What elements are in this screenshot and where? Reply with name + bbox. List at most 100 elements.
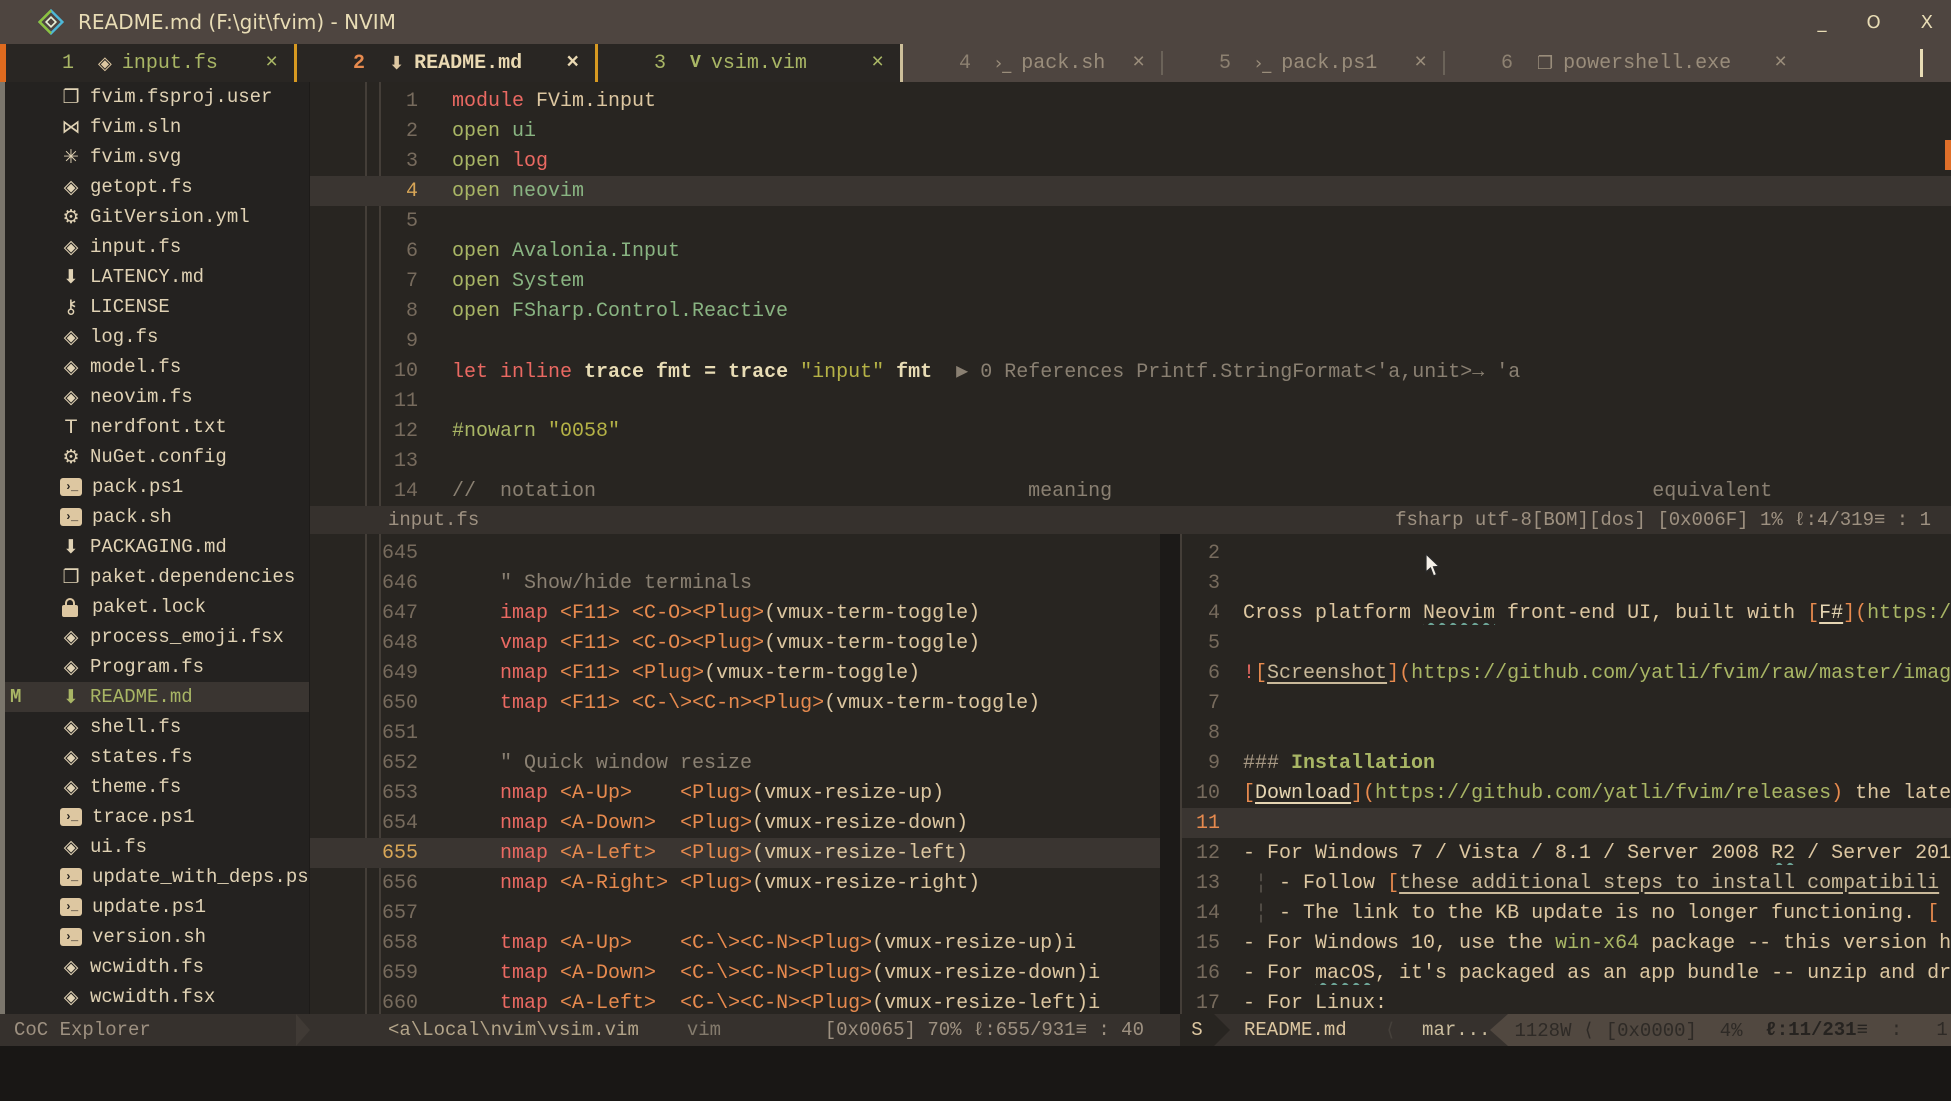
code-line: 645 (310, 538, 1160, 568)
fs-icon: ◈ (63, 746, 79, 768)
line-number: 1 (405, 89, 418, 113)
close-icon[interactable]: × (1132, 52, 1145, 75)
code-line: 5 (310, 206, 1951, 236)
maximize-button[interactable]: O (1866, 12, 1880, 33)
line-number: 11 (393, 389, 418, 413)
file-fvim.fsproj.user[interactable]: ❐ fvim.fsproj.user (0, 82, 310, 112)
file-update.ps1[interactable]: ›_ update.ps1 (0, 892, 310, 922)
line-text: nmap <A-Left> <Plug>(vmux-resize-left) (500, 841, 969, 865)
statusline-coc-explorer: CoC Explorer (0, 1014, 310, 1046)
file-nerdfont.txt[interactable]: Tnerdfont.txt (0, 412, 310, 442)
file-neovim.fs[interactable]: ◈ neovim.fs (0, 382, 310, 412)
term-icon: ›_ (60, 808, 82, 826)
file-states.fs[interactable]: ◈ states.fs (0, 742, 310, 772)
file-PACKAGING.md[interactable]: ⬇ PACKAGING.md (0, 532, 310, 562)
line-text: open log (452, 149, 549, 173)
minimize-button[interactable]: _ (1817, 12, 1826, 33)
line-text: tmap <A-Up> <C-\><C-N><Plug>(vmux-resize… (500, 931, 1077, 955)
file-fvim.svg[interactable]: ✳ fvim.svg (0, 142, 310, 172)
close-button[interactable]: X (1921, 12, 1933, 33)
file-label: states.fs (90, 746, 193, 768)
editor-pane-readme-md[interactable]: 2 3 4 Cross platform Neovim front-end UI, b… (1180, 534, 1951, 1014)
file-label: version.sh (92, 926, 207, 948)
file-explorer[interactable]: ❐ fvim.fsproj.user ⋈ fvim.sln ✳ fvim.svg ◈ geto… (0, 82, 310, 1014)
code-line: 2 open ui (310, 116, 1951, 146)
file-getopt.fs[interactable]: ◈ getopt.fs (0, 172, 310, 202)
cmdline-area[interactable] (0, 1046, 1951, 1101)
line-number: 5 (405, 209, 418, 233)
file-wcwidth.fs[interactable]: ◈ wcwidth.fs (0, 952, 310, 982)
code-line: 6 open Avalonia.Input (310, 236, 1951, 266)
file-wcwidth.fsx[interactable]: ◈ wcwidth.fsx (0, 982, 310, 1012)
file-fvim.sln[interactable]: ⋈ fvim.sln (0, 112, 310, 142)
file-label: getopt.fs (90, 176, 193, 198)
tab-input.fs[interactable]: 1 ◈ input.fs × (6, 44, 294, 82)
file-pack.sh[interactable]: ›_ pack.sh (0, 502, 310, 532)
tab-number: 4 (959, 51, 972, 75)
file-label: wcwidth.fs (90, 956, 205, 978)
file-label: NuGet.config (90, 446, 227, 468)
statusline-filetype: vim (686, 1019, 722, 1041)
file-log.fs[interactable]: ◈ log.fs (0, 322, 310, 352)
file-pack.ps1[interactable]: ›_ pack.ps1 (0, 472, 310, 502)
file-ui.fs[interactable]: ◈ ui.fs (0, 832, 310, 862)
file-LICENSE[interactable]: ⚷ LICENSE (0, 292, 310, 322)
titlebar[interactable]: README.md (F:\git\fvim) - NVIM _ O X (0, 0, 1951, 44)
file-Program.fs[interactable]: ◈ Program.fs (0, 652, 310, 682)
scrollbar-thumb[interactable] (1945, 140, 1951, 170)
file-paket.dependencies[interactable]: ❐ paket.dependencies (0, 562, 310, 592)
term-icon: ›_ (1255, 52, 1272, 74)
file-version.sh[interactable]: ›_ version.sh (0, 922, 310, 952)
code-area-readme-md: 2 3 4 Cross platform Neovim front-end UI, b… (1182, 534, 1951, 1014)
tab-pack.sh[interactable]: 4 ›_ pack.sh × (903, 44, 1161, 82)
file-label: neovim.fs (90, 386, 193, 408)
file-label: trace.ps1 (92, 806, 195, 828)
close-icon[interactable]: × (1414, 52, 1427, 75)
line-number: 13 (1195, 871, 1220, 895)
file-input.fs[interactable]: ◈ input.fs (0, 232, 310, 262)
file-paket.lock[interactable]: paket.lock (0, 592, 310, 622)
line-number: 10 (393, 359, 418, 383)
file-update_with_deps.ps1[interactable]: ›_ update_with_deps.ps1 (0, 862, 310, 892)
tab-number: 2 (353, 51, 366, 75)
line-number: 5 (1207, 631, 1220, 655)
statusline-position-segment: 1128W ⟨ [0x0000] 4% ℓ:11/231≡ : 1 (1508, 1014, 1951, 1046)
line-number: 659 (381, 961, 418, 985)
file-shell.fs[interactable]: ◈ shell.fs (0, 712, 310, 742)
statusline-position: [0x0065] 70% ℓ:655/931≡ : 40 (824, 1019, 1144, 1041)
file-model.fs[interactable]: ◈ model.fs (0, 352, 310, 382)
md-icon: ⬇ (63, 536, 79, 558)
close-icon[interactable]: × (871, 52, 884, 75)
file-README.md[interactable]: M ⬇ README.md (0, 682, 310, 712)
code-line: 647 imap <F11> <C-O><Plug>(vmux-term-tog… (310, 598, 1160, 628)
pane-separator[interactable] (1160, 534, 1180, 1014)
tab-README.md[interactable]: 2 ⬇ README.md × (297, 44, 595, 82)
editor-pane-vsim-vim[interactable]: 645 646 " Show/hide terminals 647 imap <F1… (310, 534, 1160, 1014)
tab-pack.ps1[interactable]: 5 ›_ pack.ps1 × (1163, 44, 1443, 82)
line-text: open Avalonia.Input (452, 239, 681, 263)
file-trace.ps1[interactable]: ›_ trace.ps1 (0, 802, 310, 832)
file-LATENCY.md[interactable]: ⬇ LATENCY.md (0, 262, 310, 292)
file-label: pack.sh (92, 506, 172, 528)
line-number: 4 (405, 179, 418, 203)
tab-number: 5 (1219, 51, 1232, 75)
editor-pane-input-fs[interactable]: 1 module FVim.input 2 open ui 3 open log 4 open… (310, 82, 1951, 506)
file-label: README.md (90, 686, 193, 708)
file-NuGet.config[interactable]: ⚙ NuGet.config (0, 442, 310, 472)
mode-indicator: S (1180, 1014, 1214, 1046)
close-icon[interactable]: × (265, 52, 278, 75)
file-GitVersion.yml[interactable]: ⚙ GitVersion.yml (0, 202, 310, 232)
line-number: 645 (381, 541, 418, 565)
code-line: 2 (1182, 538, 1951, 568)
line-number: 2 (1207, 541, 1220, 565)
line-text: [Download](https://github.com/yatli/fvim… (1243, 781, 1951, 805)
file-process_emoji.fsx[interactable]: ◈ process_emoji.fsx (0, 622, 310, 652)
file-icon: ❐ (62, 566, 80, 588)
close-icon[interactable]: × (566, 52, 579, 75)
line-text: open ui (452, 119, 537, 143)
tab-vsim.vim[interactable]: 3 Vvsim.vim × (598, 44, 900, 82)
file-theme.fs[interactable]: ◈ theme.fs (0, 772, 310, 802)
sidebar-scrollbar[interactable] (0, 82, 5, 1014)
close-icon[interactable]: × (1774, 52, 1787, 75)
tab-powershell.exe[interactable]: 6 ❐ powershell.exe × (1445, 44, 1803, 82)
